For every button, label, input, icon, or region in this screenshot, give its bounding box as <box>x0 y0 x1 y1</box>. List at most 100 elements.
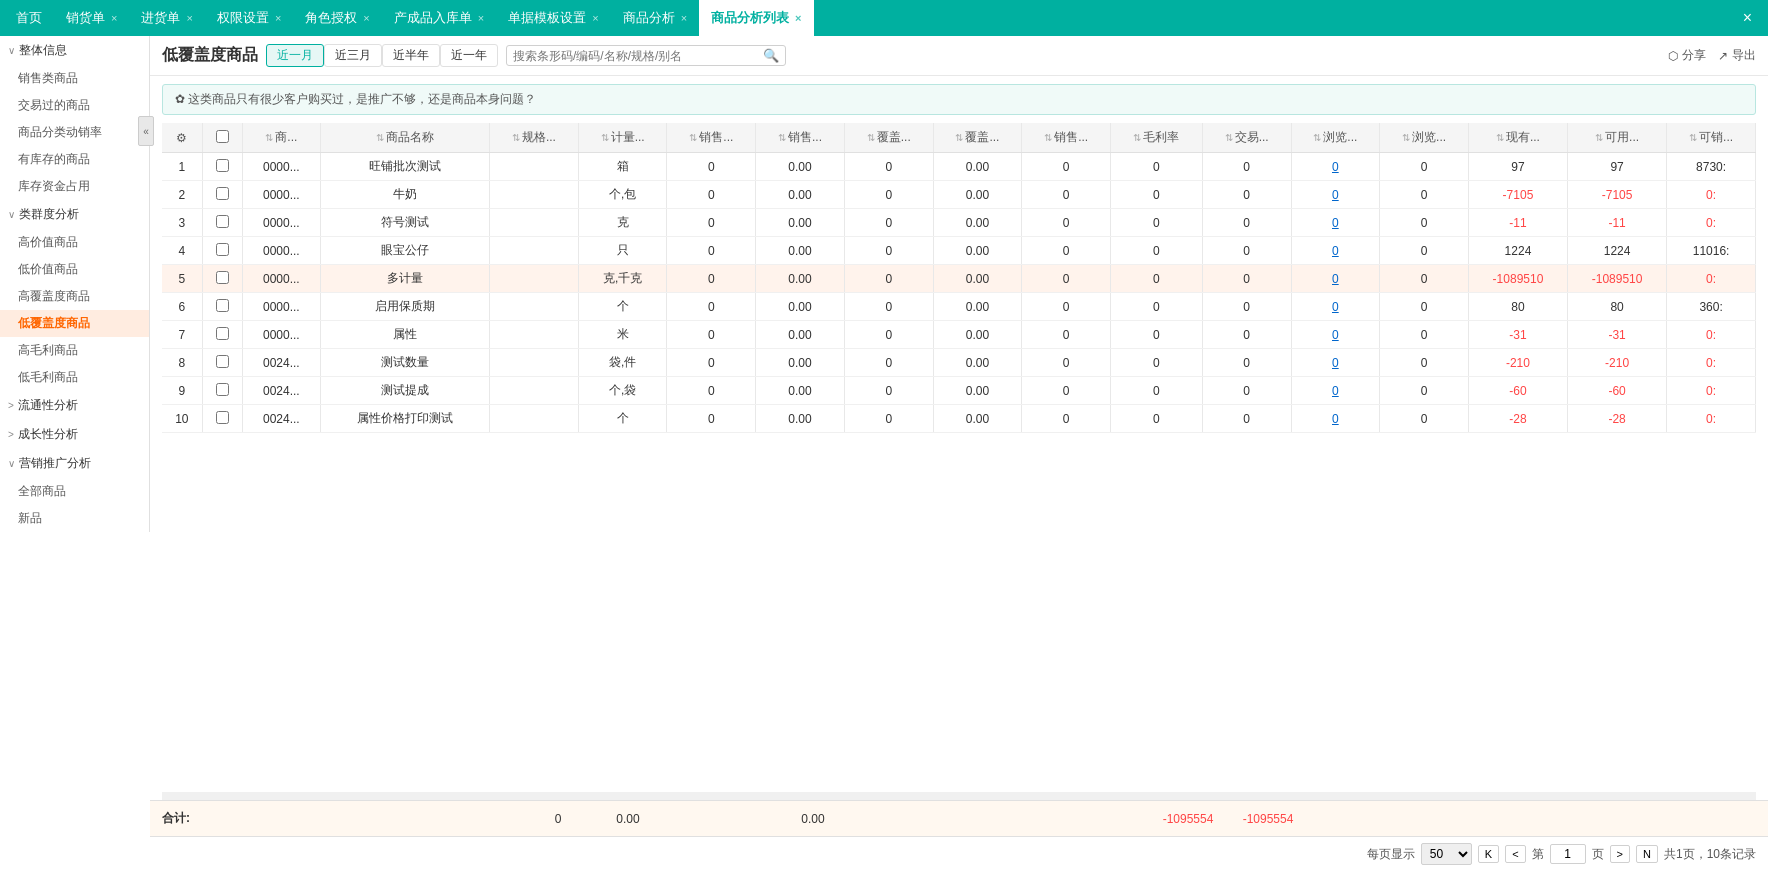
period-button-近一月[interactable]: 近一月 <box>266 44 324 67</box>
nav-item-角色授权[interactable]: 角色授权× <box>293 0 381 36</box>
per-page-select[interactable]: 2050100 <box>1421 843 1472 865</box>
sort-icon-sales_rate[interactable]: ⇅ <box>1044 132 1052 143</box>
sidebar-section-流通性分析[interactable]: >流通性分析 <box>0 391 149 420</box>
last-page-button[interactable]: N <box>1636 845 1658 863</box>
cell-browse1[interactable]: 0 <box>1291 209 1380 237</box>
cell-browse1[interactable]: 0 <box>1291 181 1380 209</box>
cell-checkbox[interactable] <box>202 181 242 209</box>
sidebar-item-有库存的商品[interactable]: 有库存的商品 <box>0 146 149 173</box>
window-close-button[interactable]: × <box>1731 9 1764 27</box>
cell-browse1[interactable]: 0 <box>1291 377 1380 405</box>
cell-checkbox[interactable] <box>202 153 242 181</box>
sort-icon-gross_margin[interactable]: ⇅ <box>1133 132 1141 143</box>
first-page-button[interactable]: K <box>1478 845 1499 863</box>
row-checkbox[interactable] <box>216 355 229 368</box>
sidebar-section-类群度分析[interactable]: ∨类群度分析 <box>0 200 149 229</box>
nav-item-单据模板设置[interactable]: 单据模板设置× <box>496 0 610 36</box>
select-all-checkbox[interactable] <box>216 130 229 143</box>
row-checkbox[interactable] <box>216 243 229 256</box>
sort-icon-available_stock[interactable]: ⇅ <box>1595 132 1603 143</box>
sort-icon-browse2[interactable]: ⇅ <box>1402 132 1410 143</box>
row-checkbox[interactable] <box>216 299 229 312</box>
nav-item-产成品入库单[interactable]: 产成品入库单× <box>382 0 496 36</box>
cell-checkbox[interactable] <box>202 265 242 293</box>
nav-item-首页[interactable]: 首页 <box>4 0 54 36</box>
row-checkbox[interactable] <box>216 159 229 172</box>
row-checkbox[interactable] <box>216 271 229 284</box>
sidebar-section-营销推广分析[interactable]: ∨营销推广分析 <box>0 449 149 478</box>
sidebar-item-库存资金占用[interactable]: 库存资金占用 <box>0 173 149 200</box>
nav-item-商品分析列表[interactable]: 商品分析列表× <box>699 0 813 36</box>
cell-browse1[interactable]: 0 <box>1291 153 1380 181</box>
cell-browse1[interactable]: 0 <box>1291 405 1380 433</box>
cell-browse1[interactable]: 0 <box>1291 237 1380 265</box>
period-button-近一年[interactable]: 近一年 <box>440 44 498 67</box>
cell-checkbox[interactable] <box>202 349 242 377</box>
sort-icon-code[interactable]: ⇅ <box>265 132 273 143</box>
sidebar-item-低毛利商品[interactable]: 低毛利商品 <box>0 364 149 391</box>
sidebar-item-销售类商品[interactable]: 销售类商品 <box>0 65 149 92</box>
sort-icon-name[interactable]: ⇅ <box>376 132 384 143</box>
row-checkbox[interactable] <box>216 411 229 424</box>
sidebar-collapse-button[interactable]: « <box>138 116 154 146</box>
nav-close-icon[interactable]: × <box>363 12 369 24</box>
sort-icon-browse1[interactable]: ⇅ <box>1313 132 1321 143</box>
sidebar-item-交易过的商品[interactable]: 交易过的商品 <box>0 92 149 119</box>
cell-browse1[interactable]: 0 <box>1291 349 1380 377</box>
cell-checkbox[interactable] <box>202 237 242 265</box>
sidebar-section-成长性分析[interactable]: >成长性分析 <box>0 420 149 449</box>
row-checkbox[interactable] <box>216 187 229 200</box>
nav-item-进货单[interactable]: 进货单× <box>129 0 204 36</box>
sort-icon-current_stock[interactable]: ⇅ <box>1496 132 1504 143</box>
row-checkbox[interactable] <box>216 383 229 396</box>
cell-checkbox[interactable] <box>202 405 242 433</box>
cell-browse1[interactable]: 0 <box>1291 293 1380 321</box>
sidebar-item-商品分类动销率[interactable]: 商品分类动销率 <box>0 119 149 146</box>
cell-checkbox[interactable] <box>202 321 242 349</box>
sort-icon-spec[interactable]: ⇅ <box>512 132 520 143</box>
cell-checkbox[interactable] <box>202 209 242 237</box>
nav-close-icon[interactable]: × <box>186 12 192 24</box>
sidebar-item-高毛利商品[interactable]: 高毛利商品 <box>0 337 149 364</box>
col-header-settings[interactable]: ⚙ <box>162 123 202 153</box>
sidebar-item-高价值商品[interactable]: 高价值商品 <box>0 229 149 256</box>
sidebar-item-低价值商品[interactable]: 低价值商品 <box>0 256 149 283</box>
nav-close-icon[interactable]: × <box>795 12 801 24</box>
sidebar-section-整体信息[interactable]: ∨整体信息 <box>0 36 149 65</box>
page-number-input[interactable] <box>1550 844 1586 864</box>
sort-icon-unit[interactable]: ⇅ <box>601 132 609 143</box>
cell-checkbox[interactable] <box>202 377 242 405</box>
cell-checkbox[interactable] <box>202 293 242 321</box>
nav-close-icon[interactable]: × <box>592 12 598 24</box>
settings-icon[interactable]: ⚙ <box>176 131 187 145</box>
row-checkbox[interactable] <box>216 327 229 340</box>
row-checkbox[interactable] <box>216 215 229 228</box>
nav-item-销货单[interactable]: 销货单× <box>54 0 129 36</box>
period-button-近三月[interactable]: 近三月 <box>324 44 382 67</box>
nav-close-icon[interactable]: × <box>111 12 117 24</box>
search-box[interactable]: 🔍 <box>506 45 786 66</box>
nav-item-商品分析[interactable]: 商品分析× <box>611 0 699 36</box>
search-input[interactable] <box>513 49 759 63</box>
nav-close-icon[interactable]: × <box>681 12 687 24</box>
sort-icon-sales_amt[interactable]: ⇅ <box>778 132 786 143</box>
nav-item-权限设置[interactable]: 权限设置× <box>205 0 293 36</box>
sort-icon-sales_qty[interactable]: ⇅ <box>689 132 697 143</box>
sidebar-item-新品[interactable]: 新品 <box>0 505 149 532</box>
sort-icon-coverage1[interactable]: ⇅ <box>867 132 875 143</box>
sort-icon-transaction[interactable]: ⇅ <box>1225 132 1233 143</box>
period-button-近半年[interactable]: 近半年 <box>382 44 440 67</box>
next-page-button[interactable]: > <box>1610 845 1630 863</box>
cell-browse1[interactable]: 0 <box>1291 265 1380 293</box>
sidebar-item-低覆盖度商品[interactable]: 低覆盖度商品 <box>0 310 149 337</box>
sort-icon-coverage2[interactable]: ⇅ <box>955 132 963 143</box>
horizontal-scrollbar[interactable] <box>162 792 1756 800</box>
export-button[interactable]: ↗ 导出 <box>1718 47 1756 64</box>
cell-browse1[interactable]: 0 <box>1291 321 1380 349</box>
sort-icon-saleable[interactable]: ⇅ <box>1689 132 1697 143</box>
share-button[interactable]: ⬡ 分享 <box>1668 47 1706 64</box>
sidebar-item-高覆盖度商品[interactable]: 高覆盖度商品 <box>0 283 149 310</box>
nav-close-icon[interactable]: × <box>275 12 281 24</box>
col-header-checkbox[interactable] <box>202 123 242 153</box>
prev-page-button[interactable]: < <box>1505 845 1525 863</box>
